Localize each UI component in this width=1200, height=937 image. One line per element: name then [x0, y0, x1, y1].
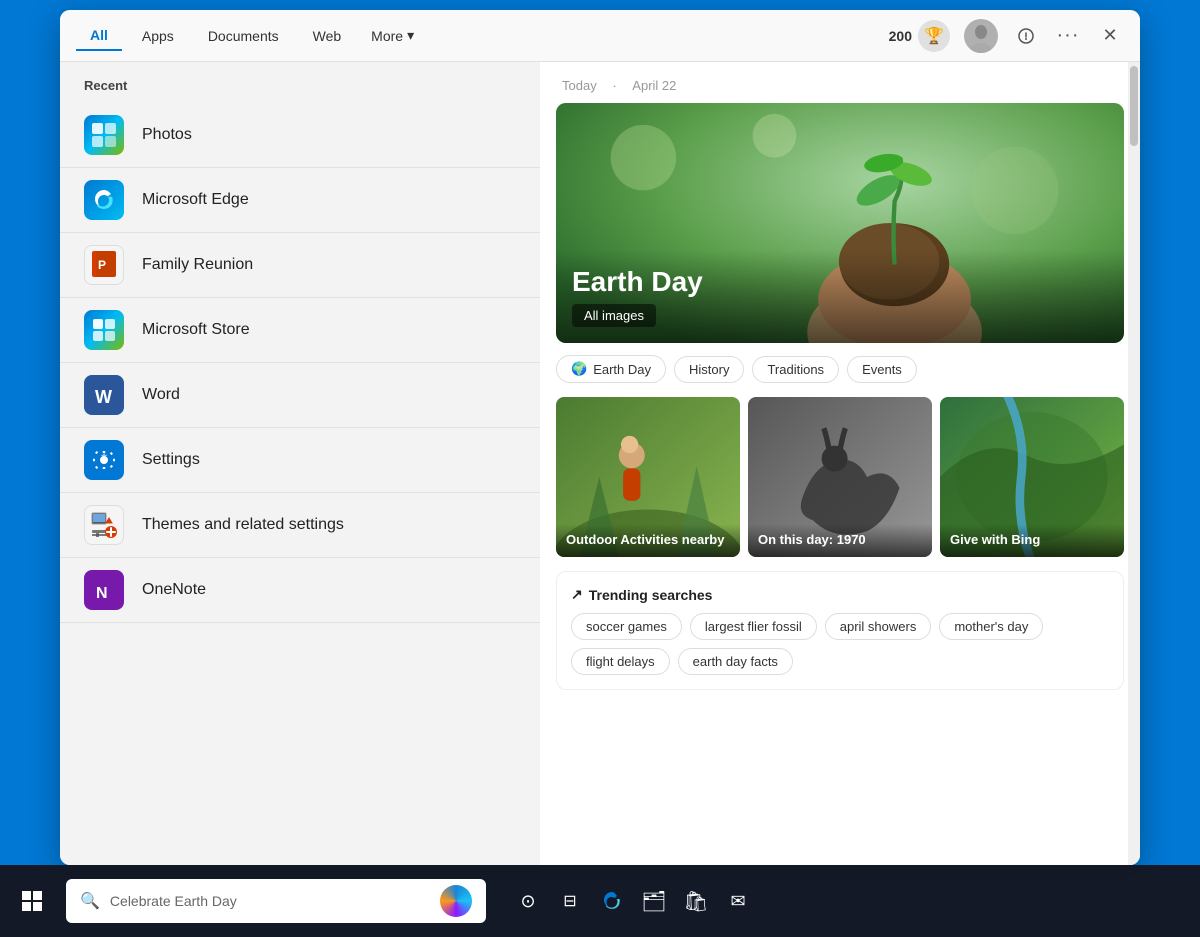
trend-flight-delays[interactable]: flight delays — [571, 648, 670, 675]
file-manager-icon[interactable]: 🗂 — [640, 887, 668, 915]
title-bar: All Apps Documents Web More ▾ 200 🏆 — [60, 10, 1140, 62]
themes-icon — [84, 505, 124, 545]
app-list: Photos Microsoft Edge — [60, 103, 540, 623]
word-icon: W — [84, 375, 124, 415]
trending-arrow-icon: ↗ — [571, 586, 583, 603]
feedback-button[interactable] — [1012, 22, 1040, 50]
tags-row: 🌍 Earth Day History Traditions Events — [556, 355, 1124, 383]
tab-web[interactable]: Web — [299, 22, 356, 50]
hero-all-images-btn[interactable]: All images — [572, 304, 656, 327]
tag-events[interactable]: Events — [847, 356, 917, 383]
onenote-icon: N — [84, 570, 124, 610]
trend-april-showers[interactable]: april showers — [825, 613, 932, 640]
app-item-family-reunion[interactable]: P Family Reunion — [60, 233, 540, 298]
settings-icon — [84, 440, 124, 480]
trending-section: ↗ Trending searches soccer games largest… — [556, 571, 1124, 690]
card-onthisday[interactable]: On this day: 1970 — [748, 397, 932, 557]
chevron-down-icon: ▾ — [407, 27, 414, 44]
points-value: 200 — [889, 28, 912, 44]
app-item-themes[interactable]: Themes and related settings — [60, 493, 540, 558]
scrollbar[interactable] — [1128, 62, 1140, 865]
title-bar-right: 200 🏆 ··· ✕ — [889, 19, 1124, 53]
tab-apps[interactable]: Apps — [128, 22, 188, 50]
app-name-store: Microsoft Store — [142, 321, 250, 339]
card-outdoor-label: Outdoor Activities nearby — [556, 524, 740, 557]
app-item-onenote[interactable]: N OneNote — [60, 558, 540, 623]
close-button[interactable]: ✕ — [1096, 22, 1124, 50]
main-window: All Apps Documents Web More ▾ 200 🏆 — [60, 10, 1140, 865]
app-name-word: Word — [142, 386, 180, 404]
scrollbar-thumb — [1130, 66, 1138, 146]
app-item-store[interactable]: Microsoft Store — [60, 298, 540, 363]
tag-earth-day[interactable]: 🌍 Earth Day — [556, 355, 666, 383]
store-taskbar-icon[interactable]: 🛍 — [682, 887, 710, 915]
cards-row: Outdoor Activities nearby — [556, 397, 1124, 557]
trend-soccer-games[interactable]: soccer games — [571, 613, 682, 640]
trend-mothers-day[interactable]: mother's day — [939, 613, 1043, 640]
app-item-edge[interactable]: Microsoft Edge — [60, 168, 540, 233]
mail-icon[interactable]: ✉ — [724, 887, 752, 915]
taskbar-search-text: Celebrate Earth Day — [110, 893, 430, 909]
svg-text:W: W — [95, 387, 112, 407]
card-give-bing-label: Give with Bing — [940, 524, 1124, 557]
widgets-icon[interactable]: ⊟ — [556, 887, 584, 915]
trending-tags: soccer games largest flier fossil april … — [571, 613, 1109, 675]
avatar[interactable] — [964, 19, 998, 53]
hero-title: Earth Day — [572, 266, 1108, 298]
app-name-onenote: OneNote — [142, 581, 206, 599]
taskbar-search[interactable]: 🔍 Celebrate Earth Day — [66, 879, 486, 923]
card-give-bing[interactable]: Give with Bing — [940, 397, 1124, 557]
store-icon — [84, 310, 124, 350]
tag-history[interactable]: History — [674, 356, 744, 383]
points-badge: 200 🏆 — [889, 20, 950, 52]
recent-label: Recent — [60, 78, 540, 103]
app-item-word[interactable]: W Word — [60, 363, 540, 428]
app-name-family-reunion: Family Reunion — [142, 256, 253, 274]
app-name-edge: Microsoft Edge — [142, 191, 249, 209]
more-button[interactable]: ··· — [1054, 22, 1082, 50]
date-label: Today · April 22 — [556, 78, 1124, 93]
card-outdoor[interactable]: Outdoor Activities nearby — [556, 397, 740, 557]
edge-taskbar-icon[interactable] — [598, 887, 626, 915]
start-button[interactable] — [16, 885, 48, 917]
taskbar: 🔍 Celebrate Earth Day ⊙ ⊟ 🗂 🛍 ✉ — [0, 865, 1200, 937]
earth-day-globe-icon: 🌍 — [571, 361, 587, 377]
taskview-icon[interactable]: ⊙ — [514, 887, 542, 915]
app-name-photos: Photos — [142, 126, 192, 144]
trend-earth-day-facts[interactable]: earth day facts — [678, 648, 793, 675]
taskbar-icons: ⊙ ⊟ 🗂 🛍 ✉ — [514, 887, 752, 915]
ppt-icon: P — [84, 245, 124, 285]
tab-all[interactable]: All — [76, 21, 122, 51]
tag-traditions[interactable]: Traditions — [752, 356, 839, 383]
hero-card[interactable]: Earth Day All images — [556, 103, 1124, 343]
bing-ball-icon — [440, 885, 472, 917]
app-item-settings[interactable]: Settings — [60, 428, 540, 493]
edge-icon — [84, 180, 124, 220]
left-panel: Recent Photos — [60, 62, 540, 865]
hero-overlay: Earth Day All images — [556, 250, 1124, 343]
photos-icon — [84, 115, 124, 155]
card-onthisday-label: On this day: 1970 — [748, 524, 932, 557]
tab-documents[interactable]: Documents — [194, 22, 293, 50]
svg-text:P: P — [98, 258, 106, 272]
windows-icon — [22, 891, 42, 911]
trending-title: ↗ Trending searches — [571, 586, 1109, 603]
app-item-photos[interactable]: Photos — [60, 103, 540, 168]
app-name-settings: Settings — [142, 451, 200, 469]
svg-text:N: N — [96, 585, 108, 602]
trophy-icon: 🏆 — [918, 20, 950, 52]
tab-more[interactable]: More ▾ — [361, 21, 424, 50]
app-name-themes: Themes and related settings — [142, 516, 344, 534]
content-area: Recent Photos — [60, 62, 1140, 865]
right-panel: Today · April 22 — [540, 62, 1140, 865]
trend-fossil[interactable]: largest flier fossil — [690, 613, 817, 640]
nav-tabs: All Apps Documents Web More ▾ — [76, 21, 869, 51]
search-icon: 🔍 — [80, 891, 100, 911]
